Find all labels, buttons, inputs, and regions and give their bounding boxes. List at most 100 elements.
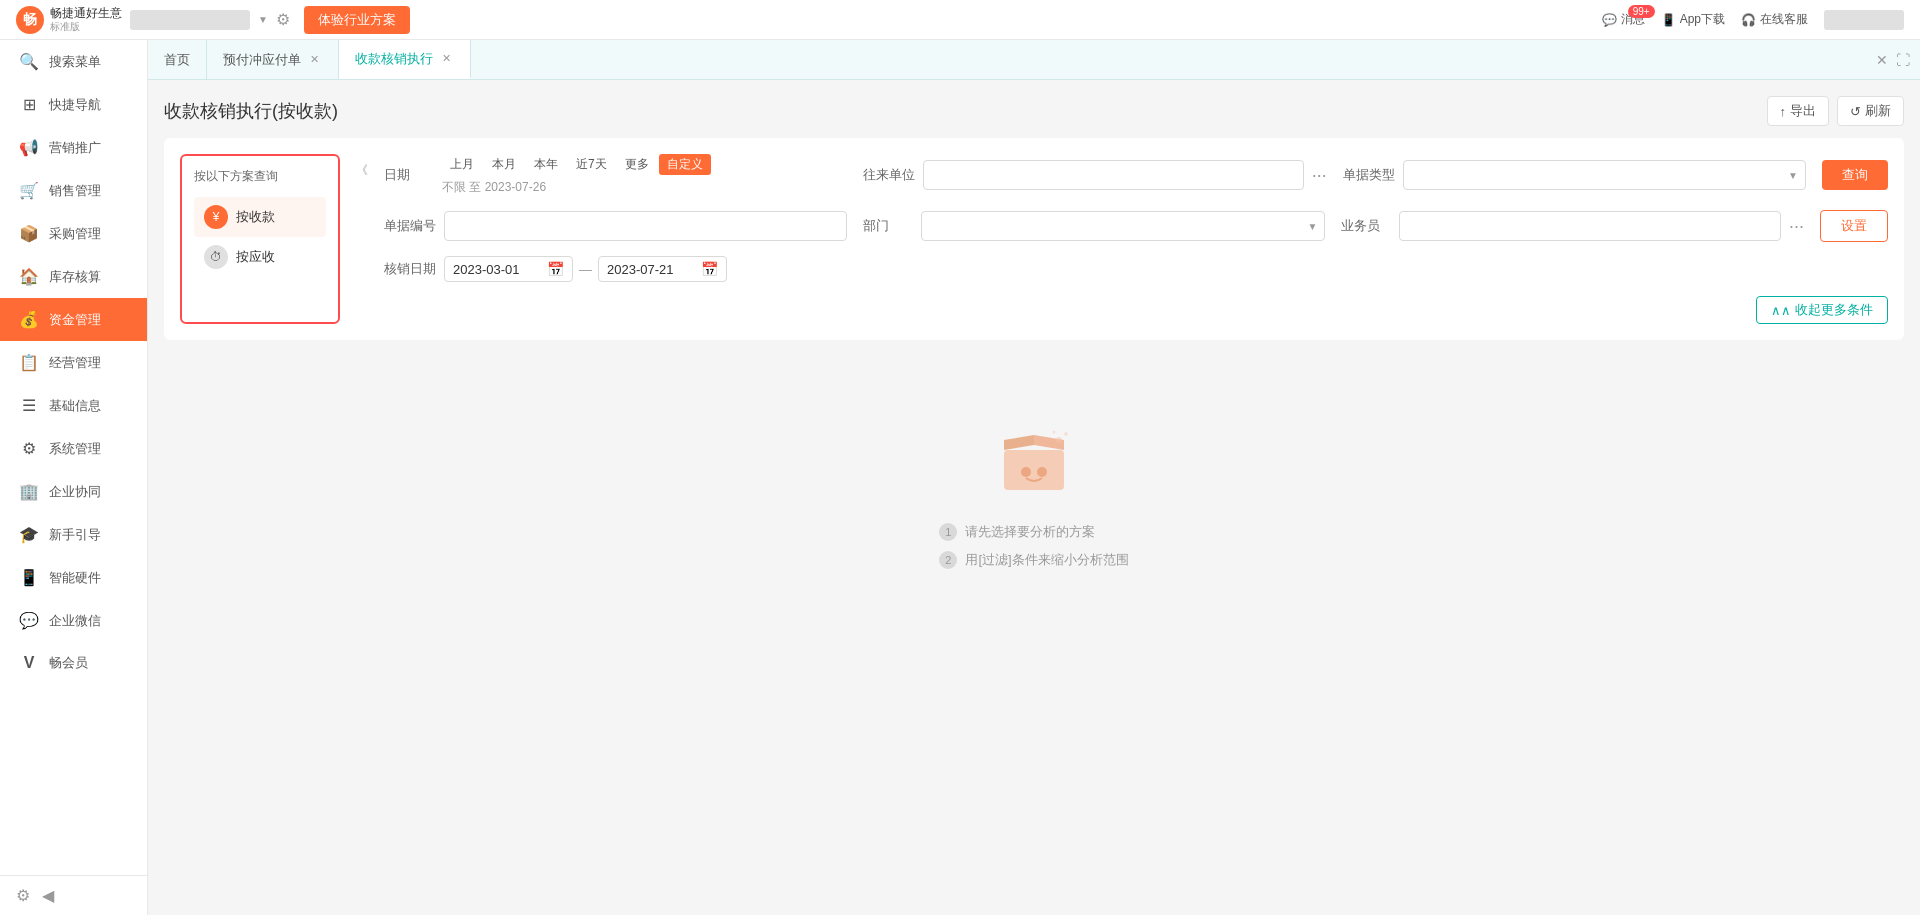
sidebar-item-wechat-label: 企业微信 (49, 612, 101, 630)
tab-bar-actions: ✕ ⛶ (1866, 40, 1920, 79)
date-tab-lastmonth[interactable]: 上月 (442, 154, 482, 175)
top-bar-right: 💬 消息 99+ 📱 App下载 🎧 在线客服 (1602, 10, 1904, 30)
sidebar-item-enterprise-label: 企业协同 (49, 483, 101, 501)
guide-icon: 🎓 (19, 525, 39, 544)
date-tab-7days[interactable]: 近7天 (568, 154, 615, 175)
tab-receipt-verify-close[interactable]: ✕ (439, 51, 454, 66)
app-download-action[interactable]: 📱 App下载 (1661, 11, 1725, 28)
sidebar-item-inventory[interactable]: 🏠 库存核算 (0, 255, 147, 298)
sidebar-item-funds[interactable]: 💰 资金管理 (0, 298, 147, 341)
refresh-icon: ↺ (1850, 104, 1861, 119)
date-tab-thismonth[interactable]: 本月 (484, 154, 524, 175)
brand-tagline: 标准版 (50, 21, 122, 33)
query-button[interactable]: 查询 (1822, 160, 1888, 190)
workspace-dropdown-icon[interactable]: ▼ (258, 14, 268, 25)
sidebar-item-system-label: 系统管理 (49, 440, 101, 458)
empty-tip-2: 2 用[过滤]条件来缩小分析范围 (939, 551, 1128, 569)
query-by-receipt[interactable]: ¥ 按收款 (194, 197, 326, 237)
salesman-input[interactable] (1399, 211, 1781, 241)
sidebar-item-hardware-label: 智能硬件 (49, 569, 101, 587)
sidebar-item-enterprise[interactable]: 🏢 企业协同 (0, 470, 147, 513)
sidebar-item-operations[interactable]: 📋 经营管理 (0, 341, 147, 384)
filter-section: 按以下方案查询 ¥ 按收款 ⏱ 按应收 《 (164, 138, 1904, 340)
sidebar-collapse-icon[interactable]: ◀ (42, 886, 54, 905)
funds-icon: 💰 (19, 310, 39, 329)
sidebar-item-purchase-label: 采购管理 (49, 225, 101, 243)
sidebar-item-marketing-label: 营销推广 (49, 139, 101, 157)
query-type-title: 按以下方案查询 (194, 168, 326, 185)
sidebar-item-search-label: 搜索菜单 (49, 53, 101, 71)
solution-button[interactable]: 体验行业方案 (304, 6, 410, 34)
online-service-action[interactable]: 🎧 在线客服 (1741, 11, 1808, 28)
sidebar-item-hardware[interactable]: 📱 智能硬件 (0, 556, 147, 599)
tab-prepay[interactable]: 预付冲应付单 ✕ (207, 40, 339, 79)
tab-prepay-label: 预付冲应付单 (223, 51, 301, 69)
quicknav-icon: ⊞ (19, 95, 39, 114)
date-start-calendar-icon[interactable]: 📅 (547, 261, 564, 277)
sidebar-item-basicinfo[interactable]: ☰ 基础信息 (0, 384, 147, 427)
department-field: 部门 (863, 211, 1326, 241)
sidebar-item-system[interactable]: ⚙ 系统管理 (0, 427, 147, 470)
query-by-receivable[interactable]: ⏱ 按应收 (194, 237, 326, 277)
enterprise-icon: 🏢 (19, 482, 39, 501)
empty-illustration (984, 420, 1084, 500)
empty-state: 1 请先选择要分析的方案 2 用[过滤]条件来缩小分析范围 (164, 340, 1904, 649)
page-content: 收款核销执行(按收款) ↑ 导出 ↺ 刷新 按以下方案查询 (148, 80, 1920, 915)
sidebar-item-guide[interactable]: 🎓 新手引导 (0, 513, 147, 556)
counterpart-input[interactable] (923, 160, 1303, 190)
message-action[interactable]: 💬 消息 99+ (1602, 11, 1645, 28)
sidebar-item-member[interactable]: V 畅会员 (0, 642, 147, 684)
sidebar-item-quicknav[interactable]: ⊞ 快捷导航 (0, 83, 147, 126)
date-start-input[interactable] (453, 262, 543, 277)
export-button[interactable]: ↑ 导出 (1767, 96, 1830, 126)
date-end-input[interactable] (607, 262, 697, 277)
panel-collapse-button[interactable]: 《 (352, 162, 372, 179)
collapse-more-button[interactable]: ∧∧ 收起更多条件 (1756, 296, 1888, 324)
bill-type-field: 单据类型 (1343, 160, 1806, 190)
tab-receipt-verify[interactable]: 收款核销执行 ✕ (339, 40, 471, 79)
sidebar-item-search[interactable]: 🔍 搜索菜单 (0, 40, 147, 83)
settings-icon[interactable]: ⚙ (276, 10, 296, 30)
date-range-separator: — (579, 262, 592, 277)
tab-home[interactable]: 首页 (148, 40, 207, 79)
brand-name: 畅捷通好生意 (50, 6, 122, 20)
tab-expand-icon[interactable]: ⛶ (1896, 52, 1910, 68)
page-header: 收款核销执行(按收款) ↑ 导出 ↺ 刷新 (164, 96, 1904, 126)
refresh-button[interactable]: ↺ 刷新 (1837, 96, 1904, 126)
date-end-calendar-icon[interactable]: 📅 (701, 261, 718, 277)
svg-point-3 (1021, 467, 1031, 477)
date-tabs: 上月 本月 本年 近7天 更多 自定义 (442, 154, 711, 175)
top-bar-left: 畅 畅捷通好生意 标准版 ▼ ⚙ 体验行业方案 (16, 6, 1592, 34)
message-badge: 99+ (1628, 5, 1655, 18)
sidebar-item-purchase[interactable]: 📦 采购管理 (0, 212, 147, 255)
bill-no-input[interactable] (444, 211, 847, 241)
salesman-more-icon[interactable]: ··· (1789, 217, 1804, 235)
filter-row-1: 日期 上月 本月 本年 近7天 更多 自定义 不限 至 (384, 154, 1888, 196)
counterpart-more-icon[interactable]: ··· (1312, 166, 1327, 184)
date-no-limit: 不限 至 2023-07-26 (442, 179, 711, 196)
query-by-receipt-label: 按收款 (236, 208, 275, 226)
sidebar-item-sales-label: 销售管理 (49, 182, 101, 200)
empty-icon-container (984, 420, 1084, 503)
date-range: 📅 — 📅 (444, 256, 727, 282)
receivable-icon: ⏱ (204, 245, 228, 269)
tab-close-all-icon[interactable]: ✕ (1876, 52, 1888, 68)
settings-button[interactable]: 设置 (1820, 210, 1888, 242)
sidebar-item-basicinfo-label: 基础信息 (49, 397, 101, 415)
search-icon: 🔍 (19, 52, 39, 71)
filter-right: 日期 上月 本月 本年 近7天 更多 自定义 不限 至 (384, 154, 1888, 324)
tab-prepay-close[interactable]: ✕ (307, 52, 322, 67)
date-tab-thisyear[interactable]: 本年 (526, 154, 566, 175)
sidebar-item-wechat[interactable]: 💬 企业微信 (0, 599, 147, 642)
department-select[interactable] (921, 211, 1326, 241)
date-tab-more[interactable]: 更多 (617, 154, 657, 175)
sidebar-item-sales[interactable]: 🛒 销售管理 (0, 169, 147, 212)
bill-type-select[interactable] (1403, 160, 1806, 190)
sidebar-item-marketing[interactable]: 📢 营销推广 (0, 126, 147, 169)
date-tab-custom[interactable]: 自定义 (659, 154, 711, 175)
app-download-label: App下载 (1680, 11, 1725, 28)
user-info (1824, 10, 1904, 30)
bill-no-label: 单据编号 (384, 217, 436, 235)
page-header-actions: ↑ 导出 ↺ 刷新 (1767, 96, 1905, 126)
sidebar-settings-icon[interactable]: ⚙ (16, 886, 30, 905)
